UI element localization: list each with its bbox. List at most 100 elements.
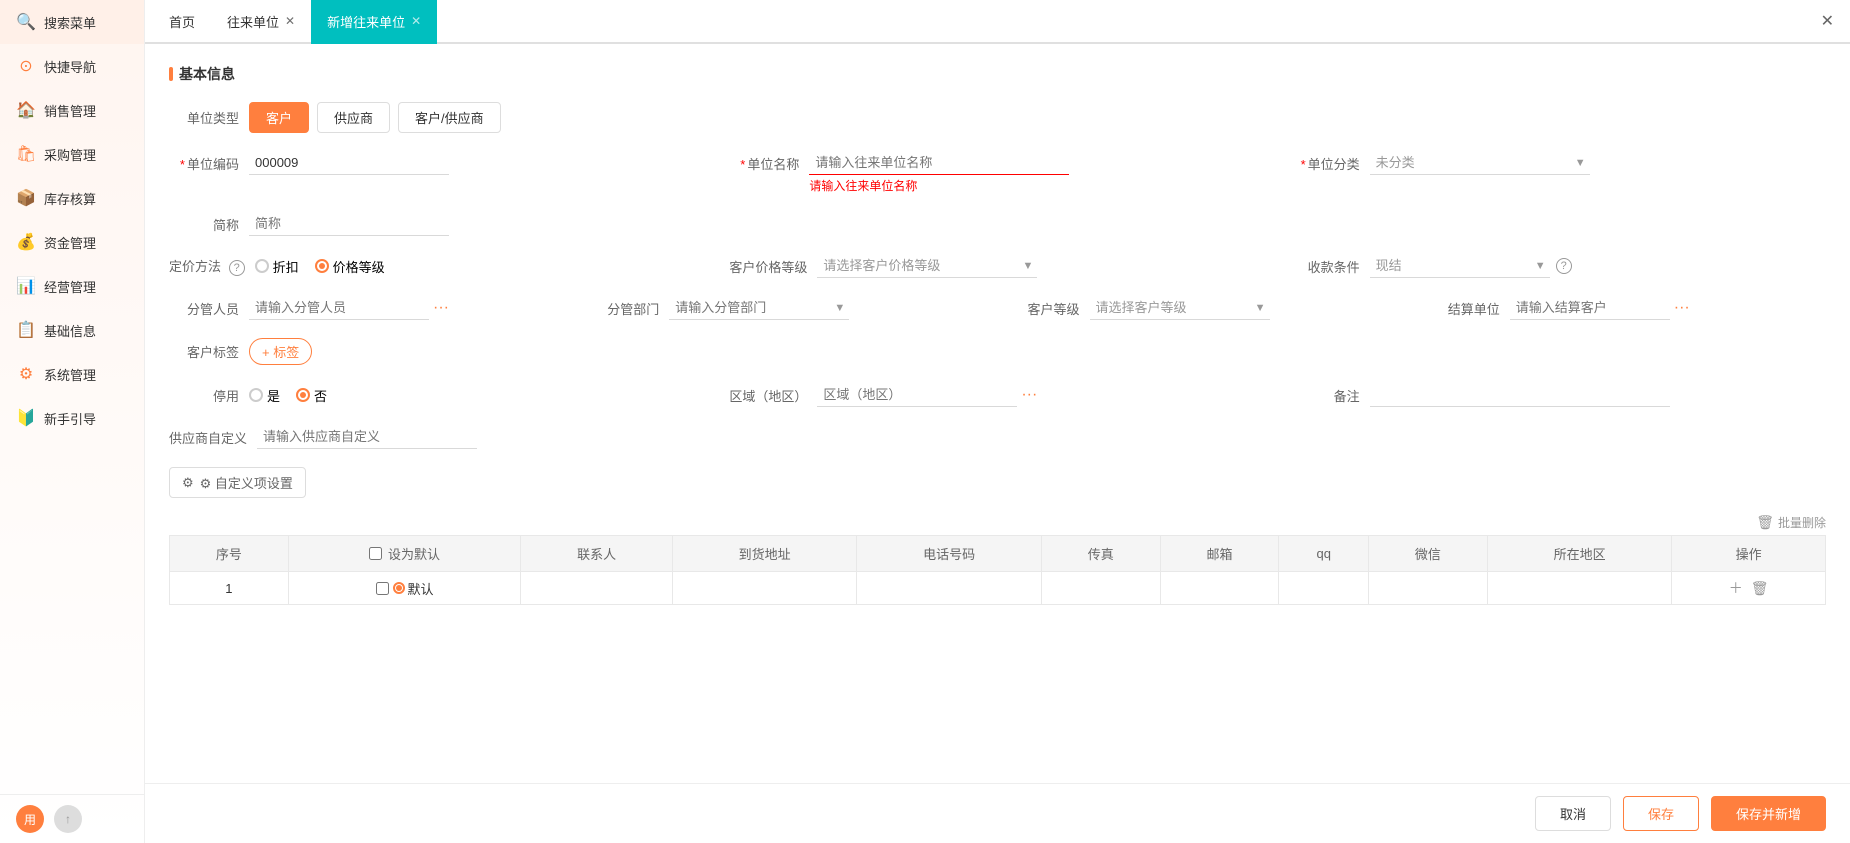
tab-bar-close[interactable]: ✕	[1813, 11, 1842, 31]
row-code-name-cat: *单位编码 *单位名称 请输入往来单位名称 *单位分类 未分类 ▼	[169, 151, 1826, 194]
unit-name-error: 请输入往来单位名称	[809, 177, 917, 194]
unit-type-row: 单位类型 客户 供应商 客户/供应商	[169, 102, 1826, 133]
unit-type-label: 单位类型	[169, 108, 249, 127]
customer-tag-field: 客户标签 + 标签	[169, 338, 1826, 365]
section-title-basic: 基本信息	[169, 64, 1826, 84]
content-area: 基本信息 单位类型 客户 供应商 客户/供应商 *单位编码 *单位名称	[145, 44, 1850, 783]
disabled-no-radio[interactable]	[296, 388, 310, 402]
abbr-input[interactable]	[249, 212, 449, 236]
guide-icon: 🔰	[16, 408, 36, 428]
unit-type-supplier[interactable]: 供应商	[317, 102, 390, 133]
payment-terms-select[interactable]: 现结	[1370, 254, 1550, 277]
customer-price-level-label: 客户价格等级	[729, 257, 817, 276]
supplier-custom-field: 供应商自定义	[169, 425, 519, 449]
save-button[interactable]: 保存	[1623, 796, 1699, 831]
col-qq: qq	[1279, 536, 1369, 572]
cell-qq	[1279, 572, 1369, 605]
inventory-icon: 📦	[16, 188, 36, 208]
batch-delete-label[interactable]: 批量删除	[1778, 514, 1826, 531]
remark-label: 备注	[1290, 386, 1370, 405]
col-email: 邮箱	[1160, 536, 1279, 572]
footer: 取消 保存 保存并新增	[145, 783, 1850, 843]
save-new-button[interactable]: 保存并新增	[1711, 796, 1826, 831]
cell-address	[672, 572, 856, 605]
supplier-custom-label: 供应商自定义	[169, 428, 257, 447]
disabled-yes[interactable]: 是	[249, 386, 280, 405]
customer-level-label: 客户等级	[1010, 299, 1090, 318]
pricing-method-label: 定价方法 ?	[169, 256, 255, 276]
unit-type-both[interactable]: 客户/供应商	[398, 102, 501, 133]
col-region: 所在地区	[1487, 536, 1671, 572]
col-address: 到货地址	[672, 536, 856, 572]
unit-type-customer[interactable]: 客户	[249, 102, 309, 133]
unit-name-input[interactable]	[809, 151, 1069, 175]
sidebar-item-finance[interactable]: 💰 资金管理	[0, 220, 144, 264]
sidebar-bottom: 用 ↑	[0, 794, 144, 843]
unit-name-label: *单位名称	[729, 154, 809, 173]
department-input[interactable]	[669, 296, 849, 319]
payment-terms-field: 收款条件 现结 ▼ ?	[1290, 254, 1826, 278]
table-header-checkbox[interactable]	[369, 547, 382, 560]
custom-settings-button[interactable]: ⚙ ⚙ 自定义项设置	[169, 467, 306, 498]
sidebar-item-sales[interactable]: 🏠 销售管理	[0, 88, 144, 132]
sidebar-item-basic-info[interactable]: 📋 基础信息	[0, 308, 144, 352]
sidebar-item-guide[interactable]: 🔰 新手引导	[0, 396, 144, 440]
unit-category-select[interactable]: 未分类	[1370, 151, 1590, 174]
disabled-field: 停用 是 否	[169, 386, 705, 405]
unit-code-label: *单位编码	[169, 154, 249, 173]
sidebar-item-search[interactable]: 🔍 搜索菜单	[0, 0, 144, 44]
tab-add-partner[interactable]: 新增往来单位 ✕	[311, 0, 437, 44]
settlement-unit-dots[interactable]: ···	[1670, 299, 1694, 317]
sidebar-settings-icon[interactable]: ↑	[54, 805, 82, 833]
row-add-icon[interactable]: ＋	[1729, 578, 1743, 598]
manager-label: 分管人员	[169, 299, 249, 318]
sidebar-user-icon[interactable]: 用	[16, 805, 44, 833]
tab-partner-list-close[interactable]: ✕	[285, 14, 295, 28]
unit-name-field: *单位名称 请输入往来单位名称	[729, 151, 1265, 194]
payment-terms-help[interactable]: ?	[1556, 258, 1572, 274]
col-phone: 电话号码	[857, 536, 1041, 572]
manager-input[interactable]	[249, 296, 429, 320]
pricing-discount-radio[interactable]	[255, 259, 269, 273]
disabled-yes-radio[interactable]	[249, 388, 263, 402]
sidebar-item-purchase[interactable]: 🛍 采购管理	[0, 132, 144, 176]
disabled-no[interactable]: 否	[296, 386, 327, 405]
sidebar-item-quick-nav[interactable]: ⊙ 快捷导航	[0, 44, 144, 88]
sidebar-item-inventory[interactable]: 📦 库存核算	[0, 176, 144, 220]
pricing-discount[interactable]: 折扣	[255, 257, 299, 276]
region-input[interactable]	[817, 383, 1017, 407]
customer-level-select[interactable]: 请选择客户等级	[1090, 296, 1270, 319]
cancel-button[interactable]: 取消	[1535, 796, 1611, 831]
row-delete-icon[interactable]: 🗑	[1751, 580, 1769, 597]
region-label: 区域（地区）	[729, 386, 817, 405]
default-radio-label[interactable]: 默认	[393, 579, 434, 598]
cell-email	[1160, 572, 1279, 605]
customer-price-level-select[interactable]: 请选择客户价格等级	[817, 254, 1037, 277]
cell-fax	[1041, 572, 1160, 605]
default-radio[interactable]	[393, 582, 405, 594]
tab-home[interactable]: 首页	[153, 0, 211, 44]
remark-input[interactable]	[1370, 383, 1670, 407]
sidebar-item-operations[interactable]: 📊 经营管理	[0, 264, 144, 308]
col-wechat: 微信	[1369, 536, 1488, 572]
add-tag-button[interactable]: + 标签	[249, 338, 312, 365]
tab-partner-list[interactable]: 往来单位 ✕	[211, 0, 311, 44]
row-checkbox[interactable]	[376, 582, 389, 595]
tab-add-partner-close[interactable]: ✕	[411, 14, 421, 28]
pricing-price-level[interactable]: 价格等级	[315, 257, 385, 276]
gear-icon: ⚙	[182, 475, 194, 491]
pricing-level-radio[interactable]	[315, 259, 329, 273]
sidebar-item-system[interactable]: ⚙ 系统管理	[0, 352, 144, 396]
pricing-method-help[interactable]: ?	[229, 260, 245, 276]
col-index: 序号	[170, 536, 289, 572]
table-row: 1 默认	[170, 572, 1826, 605]
supplier-custom-input[interactable]	[257, 425, 477, 449]
manager-dots[interactable]: ···	[429, 299, 453, 317]
system-icon: ⚙	[16, 364, 36, 384]
unit-code-input[interactable]	[249, 151, 449, 175]
settlement-unit-input[interactable]	[1510, 296, 1670, 320]
customer-level-field: 客户等级 请选择客户等级 ▼	[1010, 296, 1406, 320]
region-dots[interactable]: ···	[1017, 386, 1041, 404]
payment-terms-label: 收款条件	[1290, 257, 1370, 276]
section-title-bar	[169, 67, 173, 81]
